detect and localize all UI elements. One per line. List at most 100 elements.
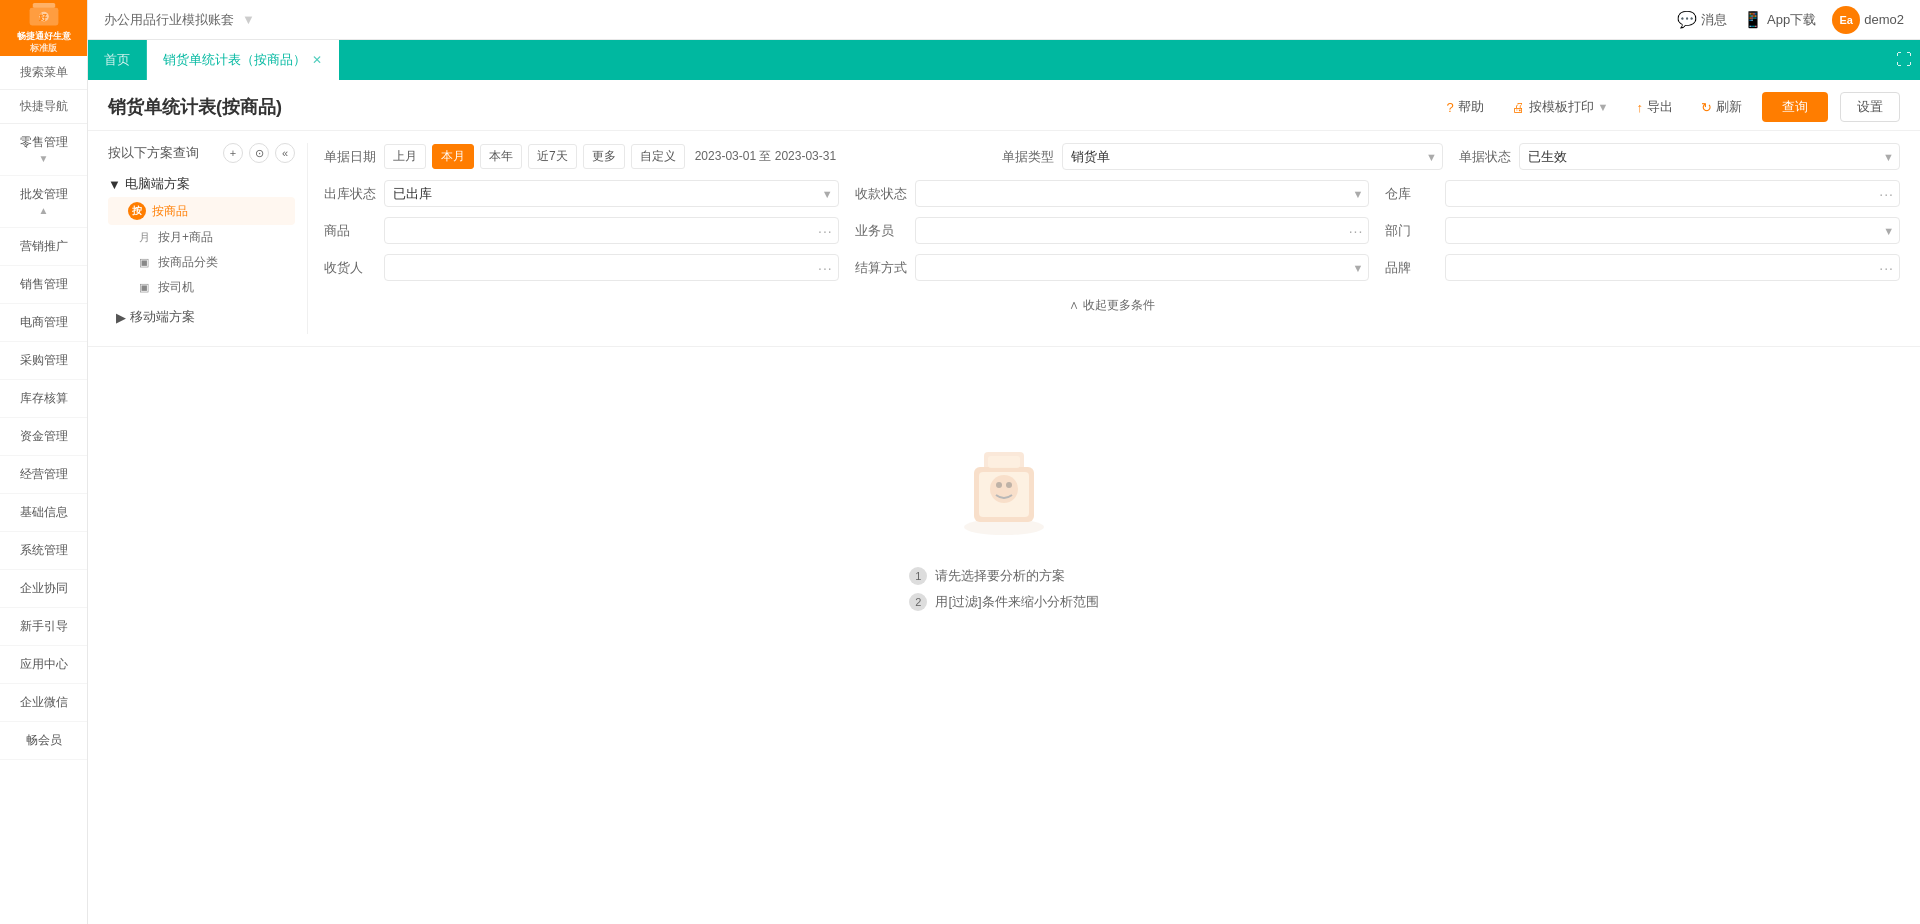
add-scheme-btn[interactable]: + xyxy=(223,143,243,163)
tree-group-mobile-header[interactable]: ▶ 移动端方案 xyxy=(108,304,295,330)
settings-btn[interactable]: 设置 xyxy=(1840,92,1900,122)
payment-status-wrap: ▼ xyxy=(915,180,1370,207)
product-input[interactable] xyxy=(384,217,839,244)
tree-item-by-cashier[interactable]: ▣ 按司机 xyxy=(108,275,295,300)
sidebar-item-finance[interactable]: 资金管理 xyxy=(0,418,87,456)
date-btn-custom[interactable]: 自定义 xyxy=(631,144,685,169)
sidebar-item-ecom[interactable]: 电商管理 xyxy=(0,304,87,342)
tree-item-by-category[interactable]: ▣ 按商品分类 xyxy=(108,250,295,275)
page-content: 销货单统计表(按商品) ? 帮助 🖨 按模板打印 ▼ ↑ 导出 xyxy=(88,80,1920,924)
tab-close-icon[interactable]: ✕ xyxy=(312,53,322,67)
stock-out-input[interactable] xyxy=(384,180,839,207)
sidebar-item-wechat[interactable]: 企业微信 xyxy=(0,684,87,722)
refresh-icon: ↻ xyxy=(1701,100,1712,115)
svg-point-8 xyxy=(996,482,1002,488)
date-btn-last-month[interactable]: 上月 xyxy=(384,144,426,169)
print-btn[interactable]: 🖨 按模板打印 ▼ xyxy=(1504,94,1617,120)
message-btn[interactable]: 💬 消息 xyxy=(1677,10,1727,29)
settings-scheme-btn[interactable]: ⊙ xyxy=(249,143,269,163)
receiver-wrap: ··· xyxy=(384,254,839,281)
dept-input[interactable] xyxy=(1445,217,1900,244)
sidebar-item-inventory[interactable]: 库存核算 xyxy=(0,380,87,418)
help-btn[interactable]: ? 帮助 xyxy=(1438,94,1491,120)
filter-row-2: 出库状态 ▼ 收款状态 ▼ xyxy=(324,180,1900,207)
content-area: 销货单统计表(按商品) ? 帮助 🖨 按模板打印 ▼ ↑ 导出 xyxy=(88,80,1920,924)
tree-item-by-product[interactable]: 按 按商品 xyxy=(108,197,295,225)
header-right: 💬 消息 📱 App下载 Ea demo2 xyxy=(1677,6,1904,34)
sidebar-item-operation[interactable]: 经营管理 xyxy=(0,456,87,494)
dept-label: 部门 xyxy=(1385,222,1437,240)
status-label: 单据状态 xyxy=(1459,148,1511,166)
tab-sales-stat[interactable]: 销货单统计表（按商品） ✕ xyxy=(147,40,339,80)
tab-bar: 首页 销货单统计表（按商品） ✕ ⛶ xyxy=(88,40,1920,80)
sidebar-item-retail[interactable]: 零售管理 ▼ xyxy=(0,124,87,176)
sidebar-item-purchase[interactable]: 采购管理 xyxy=(0,342,87,380)
tab-fullscreen-icon[interactable]: ⛶ xyxy=(1896,51,1912,69)
filter-sidebar-title: 按以下方案查询 xyxy=(108,144,199,162)
sidebar-item-app-center[interactable]: 应用中心 xyxy=(0,646,87,684)
date-btn-7days[interactable]: 近7天 xyxy=(528,144,577,169)
empty-state: 1 请先选择要分析的方案 2 用[过滤]条件来缩小分析范围 xyxy=(88,347,1920,699)
date-btn-more[interactable]: 更多 xyxy=(583,144,625,169)
filter-tree: ▼ 电脑端方案 按 按商品 月 按月+商品 xyxy=(108,171,295,330)
sidebar-search[interactable]: 搜索菜单 xyxy=(0,56,87,90)
app-download-btn[interactable]: 📱 App下载 xyxy=(1743,10,1816,29)
tab-home[interactable]: 首页 xyxy=(88,40,147,80)
payment-status-label: 收款状态 xyxy=(855,185,907,203)
payment-status-field: 收款状态 ▼ xyxy=(855,180,1370,207)
sidebar-item-base-info[interactable]: 基础信息 xyxy=(0,494,87,532)
dept-field: 部门 ▼ xyxy=(1385,217,1900,244)
month-product-label: 按月+商品 xyxy=(158,229,213,246)
by-product-icon: 按 xyxy=(128,202,146,220)
brand-input[interactable] xyxy=(1445,254,1900,281)
type-input[interactable] xyxy=(1062,143,1443,170)
tree-item-month-product[interactable]: 月 按月+商品 xyxy=(108,225,295,250)
sidebar-item-marketing[interactable]: 营销推广 xyxy=(0,228,87,266)
filter-row-4: 收货人 ··· 结算方式 ▼ xyxy=(324,254,1900,281)
sidebar-item-member[interactable]: 畅会员 xyxy=(0,722,87,760)
status-select-wrap: ▼ xyxy=(1519,143,1900,170)
brand-field: 品牌 ··· xyxy=(1385,254,1900,281)
user-profile[interactable]: Ea demo2 xyxy=(1832,6,1904,34)
sidebar-item-wholesale[interactable]: 批发管理 ▲ xyxy=(0,176,87,228)
collapse-scheme-btn[interactable]: « xyxy=(275,143,295,163)
sidebar-item-sys-mgmt[interactable]: 系统管理 xyxy=(0,532,87,570)
message-icon: 💬 xyxy=(1677,10,1697,29)
brand-wrap: ··· xyxy=(1445,254,1900,281)
print-chevron: ▼ xyxy=(1598,101,1609,113)
sidebar-item-sales[interactable]: 销售管理 xyxy=(0,266,87,304)
svg-rect-1 xyxy=(32,3,54,8)
refresh-btn[interactable]: ↻ 刷新 xyxy=(1693,94,1750,120)
export-label: 导出 xyxy=(1647,98,1673,116)
logo-text: 畅捷通好生意 xyxy=(17,31,71,42)
filter-sidebar: 按以下方案查询 + ⊙ « ▼ 电脑端方案 xyxy=(108,143,308,334)
collapse-btn[interactable]: ∧ 收起更多条件 xyxy=(1069,297,1154,314)
status-input[interactable] xyxy=(1519,143,1900,170)
export-btn[interactable]: ↑ 导出 xyxy=(1629,94,1682,120)
query-btn[interactable]: 查询 xyxy=(1762,92,1828,122)
type-select-wrap: ▼ xyxy=(1062,143,1443,170)
sidebar-item-guide[interactable]: 新手引导 xyxy=(0,608,87,646)
empty-step-1: 1 请先选择要分析的方案 xyxy=(909,567,1098,585)
date-btn-this-month[interactable]: 本月 xyxy=(432,144,474,169)
svg-rect-11 xyxy=(988,456,1020,468)
by-category-icon: ▣ xyxy=(136,255,152,271)
warehouse-input[interactable] xyxy=(1445,180,1900,207)
page-header: 销货单统计表(按商品) ? 帮助 🖨 按模板打印 ▼ ↑ 导出 xyxy=(88,80,1920,131)
warehouse-wrap: ··· xyxy=(1445,180,1900,207)
main-area: 办公用品行业模拟账套 ▼ 💬 消息 📱 App下载 Ea demo2 首页 销货… xyxy=(88,0,1920,924)
sidebar-item-enterprise[interactable]: 企业协同 xyxy=(0,570,87,608)
payment-status-input[interactable] xyxy=(915,180,1370,207)
date-btn-this-year[interactable]: 本年 xyxy=(480,144,522,169)
empty-steps-list: 1 请先选择要分析的方案 2 用[过滤]条件来缩小分析范围 xyxy=(909,567,1098,619)
filter-row-3: 商品 ··· 业务员 ··· xyxy=(324,217,1900,244)
brand-label: 品牌 xyxy=(1385,259,1437,277)
sidebar-quick-nav[interactable]: 快捷导航 xyxy=(0,90,87,124)
payment-method-input[interactable] xyxy=(915,254,1370,281)
staff-label: 业务员 xyxy=(855,222,907,240)
staff-input[interactable] xyxy=(915,217,1370,244)
help-icon: ? xyxy=(1446,100,1453,115)
print-icon: 🖨 xyxy=(1512,100,1525,115)
receiver-input[interactable] xyxy=(384,254,839,281)
tree-group-desktop-header[interactable]: ▼ 电脑端方案 xyxy=(108,171,295,197)
